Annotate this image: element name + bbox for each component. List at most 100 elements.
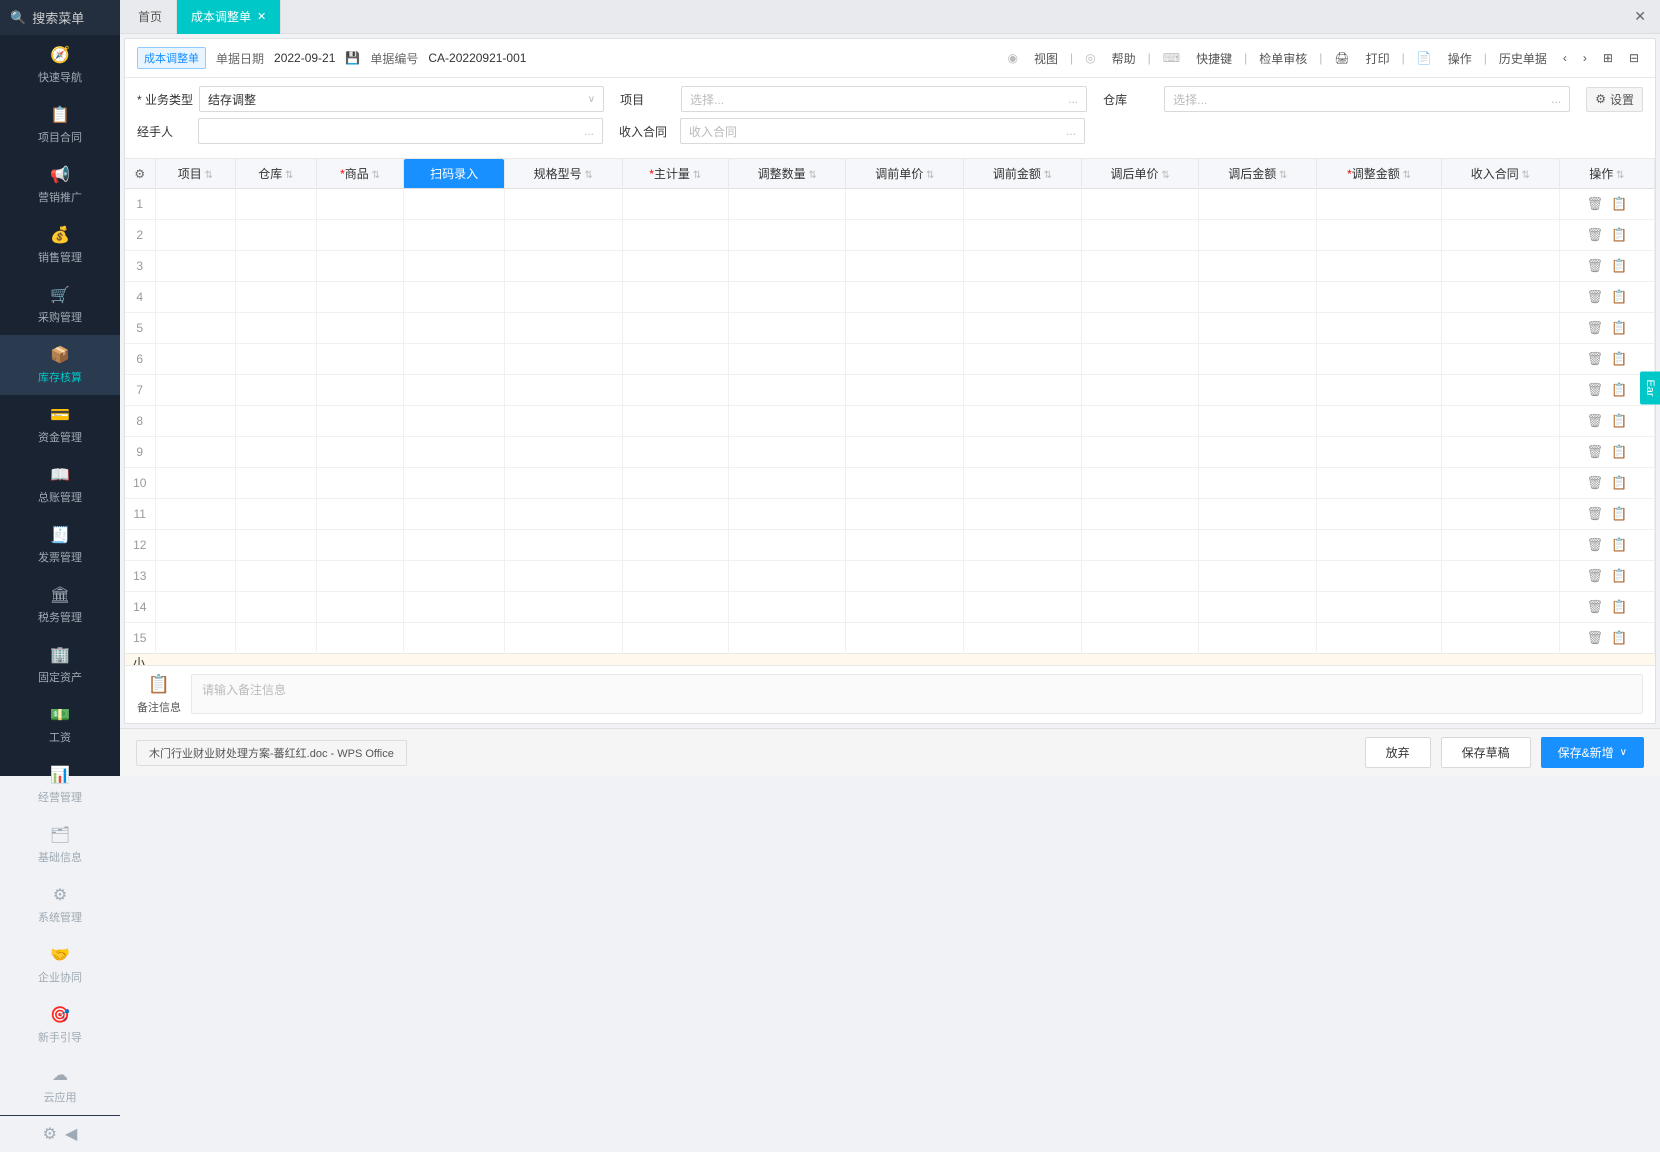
cell-before_price-8[interactable] [846, 406, 964, 437]
cell-before_price-13[interactable] [846, 561, 964, 592]
copy-btn-9[interactable]: 📋 [1609, 442, 1629, 462]
cell-scan-8[interactable] [404, 406, 504, 437]
cell-before_amount-11[interactable] [964, 499, 1082, 530]
cell-adjust_qty-12[interactable] [728, 530, 846, 561]
cell-income_contract-1[interactable] [1441, 189, 1559, 220]
cell-spec-5[interactable] [504, 313, 622, 344]
sidebar-search[interactable]: 🔍 搜索菜单 [0, 0, 120, 35]
sidebar-item-payroll[interactable]: 💵 工资 [0, 695, 120, 755]
table-settings-icon[interactable]: ⚙ [134, 167, 145, 181]
cell-warehouse-3[interactable] [236, 251, 317, 282]
cell-income_contract-15[interactable] [1441, 623, 1559, 654]
sidebar-item-ledger[interactable]: 📖 总账管理 [0, 455, 120, 515]
cell-adjust_qty-1[interactable] [728, 189, 846, 220]
sidebar-item-guide[interactable]: 🎯 新手引导 [0, 995, 120, 1055]
cell-product-5[interactable] [316, 313, 404, 344]
cell-unit-5[interactable] [622, 313, 728, 344]
cell-product-12[interactable] [316, 530, 404, 561]
operations-btn[interactable]: 操作 [1444, 48, 1476, 69]
cell-product-6[interactable] [316, 344, 404, 375]
cell-income_contract-12[interactable] [1441, 530, 1559, 561]
cell-adjust_qty-15[interactable] [728, 623, 846, 654]
cell-adjust_amount-11[interactable] [1317, 499, 1442, 530]
cell-spec-12[interactable] [504, 530, 622, 561]
cell-income_contract-14[interactable] [1441, 592, 1559, 623]
copy-btn-7[interactable]: 📋 [1609, 380, 1629, 400]
help-btn[interactable]: 帮助 [1108, 48, 1140, 69]
cell-after_price-5[interactable] [1081, 313, 1199, 344]
cell-project-2[interactable] [155, 220, 236, 251]
tab-close-cost-adjust[interactable]: ✕ [257, 10, 266, 23]
cell-before_price-10[interactable] [846, 468, 964, 499]
cell-after_amount-11[interactable] [1199, 499, 1317, 530]
cell-spec-2[interactable] [504, 220, 622, 251]
cell-adjust_qty-3[interactable] [728, 251, 846, 282]
cell-scan-1[interactable] [404, 189, 504, 220]
save-new-arrow[interactable]: ∨ [1620, 747, 1627, 758]
cell-before_price-12[interactable] [846, 530, 964, 561]
cell-after_price-15[interactable] [1081, 623, 1199, 654]
cell-adjust_qty-4[interactable] [728, 282, 846, 313]
cell-product-3[interactable] [316, 251, 404, 282]
cell-warehouse-13[interactable] [236, 561, 317, 592]
cell-adjust_qty-6[interactable] [728, 344, 846, 375]
cell-adjust_qty-13[interactable] [728, 561, 846, 592]
cell-scan-6[interactable] [404, 344, 504, 375]
cell-before_amount-1[interactable] [964, 189, 1082, 220]
cell-spec-7[interactable] [504, 375, 622, 406]
save-new-button[interactable]: 保存&新增 ∨ [1541, 737, 1644, 768]
cell-after_price-1[interactable] [1081, 189, 1199, 220]
delete-btn-5[interactable]: 🗑 [1584, 318, 1605, 338]
settings-icon[interactable]: ⚙ [43, 1124, 57, 1144]
cell-adjust_amount-6[interactable] [1317, 344, 1442, 375]
cell-project-6[interactable] [155, 344, 236, 375]
cell-scan-12[interactable] [404, 530, 504, 561]
warehouse-input[interactable]: 选择... ... [1164, 86, 1570, 112]
sidebar-item-quick-nav[interactable]: 🧭 快速导航 [0, 35, 120, 95]
grid-icon[interactable]: ⊞ [1599, 49, 1617, 67]
cell-project-5[interactable] [155, 313, 236, 344]
cell-unit-7[interactable] [622, 375, 728, 406]
copy-btn-1[interactable]: 📋 [1609, 194, 1629, 214]
cell-spec-15[interactable] [504, 623, 622, 654]
cell-project-15[interactable] [155, 623, 236, 654]
cell-after_price-6[interactable] [1081, 344, 1199, 375]
cell-unit-4[interactable] [622, 282, 728, 313]
income-contract-input[interactable]: 收入合同 ... [680, 118, 1085, 144]
cell-spec-9[interactable] [504, 437, 622, 468]
cell-warehouse-1[interactable] [236, 189, 317, 220]
cell-warehouse-6[interactable] [236, 344, 317, 375]
cell-unit-11[interactable] [622, 499, 728, 530]
cell-spec-14[interactable] [504, 592, 622, 623]
cell-warehouse-14[interactable] [236, 592, 317, 623]
cell-warehouse-4[interactable] [236, 282, 317, 313]
delete-btn-3[interactable]: 🗑 [1584, 256, 1605, 276]
cell-after_price-14[interactable] [1081, 592, 1199, 623]
cell-scan-11[interactable] [404, 499, 504, 530]
cell-before_price-11[interactable] [846, 499, 964, 530]
copy-btn-5[interactable]: 📋 [1609, 318, 1629, 338]
cell-product-11[interactable] [316, 499, 404, 530]
cell-warehouse-2[interactable] [236, 220, 317, 251]
delete-btn-12[interactable]: 🗑 [1584, 535, 1605, 555]
tab-cost-adjust[interactable]: 成本调整单✕ [177, 0, 281, 34]
cell-adjust_amount-1[interactable] [1317, 189, 1442, 220]
cell-scan-13[interactable] [404, 561, 504, 592]
cell-before_price-1[interactable] [846, 189, 964, 220]
notes-input[interactable]: 请输入备注信息 [191, 674, 1643, 714]
cell-before_amount-9[interactable] [964, 437, 1082, 468]
cell-warehouse-10[interactable] [236, 468, 317, 499]
cell-before_amount-5[interactable] [964, 313, 1082, 344]
cell-unit-12[interactable] [622, 530, 728, 561]
sidebar-item-system[interactable]: ⚙ 系统管理 [0, 875, 120, 935]
cell-before_amount-14[interactable] [964, 592, 1082, 623]
cell-project-3[interactable] [155, 251, 236, 282]
cell-product-1[interactable] [316, 189, 404, 220]
cell-project-11[interactable] [155, 499, 236, 530]
cell-project-13[interactable] [155, 561, 236, 592]
cell-before_price-4[interactable] [846, 282, 964, 313]
cell-before_price-5[interactable] [846, 313, 964, 344]
cell-adjust_amount-15[interactable] [1317, 623, 1442, 654]
delete-btn-10[interactable]: 🗑 [1584, 473, 1605, 493]
cell-adjust_qty-7[interactable] [728, 375, 846, 406]
